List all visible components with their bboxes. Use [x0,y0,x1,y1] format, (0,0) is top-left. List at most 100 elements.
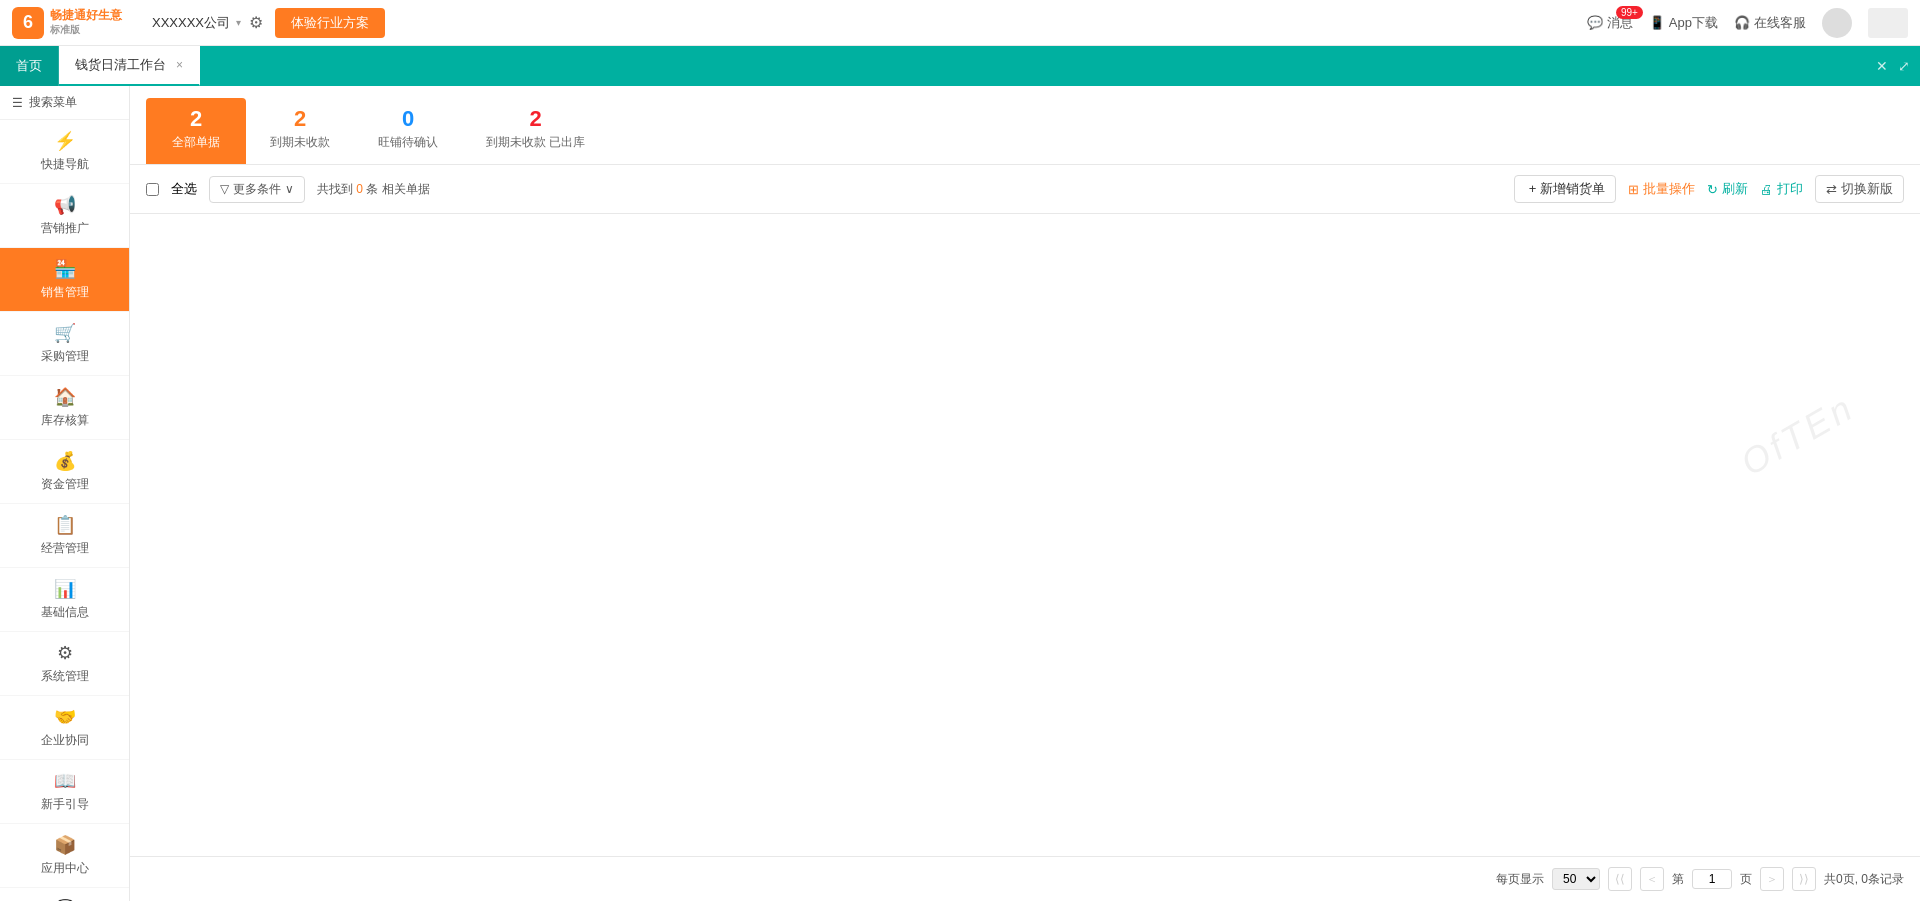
print-icon: 🖨 [1760,182,1773,197]
sidebar-item-label: 基础信息 [41,604,89,621]
expand-window-icon[interactable]: ⤢ [1898,58,1910,74]
online-service-label: 在线客服 [1754,14,1806,32]
sidebar-item-finance[interactable]: 💰 资金管理 [0,440,129,504]
sidebar-item-app-center[interactable]: 📦 应用中心 [0,824,129,888]
batch-operation-button[interactable]: ⊞ 批量操作 [1628,180,1695,198]
sidebar-item-label: 企业协同 [41,732,89,749]
close-tab-icon[interactable]: × [176,58,183,72]
toolbar: 全选 ▽ 更多条件 ∨ 共找到 0 条 相关单据 + 新增销货单 ⊞ 批量操作 [130,165,1920,214]
purchase-icon: 🛒 [54,322,76,344]
status-tabs: 2 全部单据 2 到期未收款 0 旺铺待确认 2 到期未收款 已出库 [130,86,1920,165]
sidebar-item-operations[interactable]: 📋 经营管理 [0,504,129,568]
filter-label: 更多条件 [233,181,281,198]
next-page-button[interactable]: ＞ [1760,867,1784,891]
all-label: 全部单据 [172,134,220,151]
status-tab-overdue-out[interactable]: 2 到期未收款 已出库 [462,98,609,164]
refresh-button[interactable]: ↻ 刷新 [1707,180,1748,198]
app-name: 畅捷通好生意 [50,8,122,22]
trial-button[interactable]: 体验行业方案 [275,8,385,38]
logo-text-block: 畅捷通好生意 标准版 [50,8,122,36]
print-button[interactable]: 🖨 打印 [1760,180,1803,198]
overdue-count: 2 [294,106,306,132]
found-text: 共找到 0 条 相关单据 [317,181,430,198]
company-selector[interactable]: XXXXXX公司 ▾ [152,14,241,32]
switch-version-button[interactable]: ⇄ 切换新版 [1815,175,1904,203]
sidebar-item-label: 采购管理 [41,348,89,365]
logo: 6 畅捷通好生意 标准版 [12,7,142,39]
found-count: 0 [356,182,363,196]
pending-count: 0 [402,106,414,132]
toolbar-right: + 新增销货单 ⊞ 批量操作 ↻ 刷新 🖨 打印 ⇄ 切换新版 [1514,175,1904,203]
refresh-icon: ↻ [1707,182,1718,197]
per-page-select[interactable]: 50 [1552,868,1600,890]
total-records-label: 共0页, 0条记录 [1824,871,1904,888]
tab-bar: 首页 钱货日清工作台 × ✕ ⤢ [0,46,1920,86]
avatar[interactable] [1822,8,1852,38]
sidebar-search-area[interactable]: ☰ 搜索菜单 [0,86,129,120]
chevron-down-icon: ▾ [236,17,241,28]
basic-info-icon: 📊 [54,578,76,600]
first-page-button[interactable]: ⟨⟨ [1608,867,1632,891]
sidebar-item-guide[interactable]: 📖 新手引导 [0,760,129,824]
logo-icon: 6 [12,7,44,39]
select-all-checkbox[interactable] [146,183,159,196]
message-badge: 99+ [1616,6,1643,19]
company-name: XXXXXX公司 [152,14,230,32]
filter-icon: ▽ [220,182,229,196]
page-suffix: 页 [1740,871,1752,888]
all-count: 2 [190,106,202,132]
download-icon: 📱 [1649,15,1665,30]
search-icon: ☰ [12,96,23,110]
sidebar-item-label: 资金管理 [41,476,89,493]
online-service-btn[interactable]: 🎧 在线客服 [1734,14,1806,32]
app-download-label: App下载 [1669,14,1718,32]
search-menu-label: 搜索菜单 [29,94,77,111]
cooperation-icon: 🤝 [54,706,76,728]
refresh-btn-label: 刷新 [1722,180,1748,198]
switch-btn-label: 切换新版 [1841,180,1893,198]
sidebar-item-purchase[interactable]: 🛒 采购管理 [0,312,129,376]
sidebar-item-label: 新手引导 [41,796,89,813]
guide-icon: 📖 [54,770,76,792]
home-tab-label: 首页 [16,57,42,75]
tab-workbench[interactable]: 钱货日清工作台 × [59,46,200,86]
sidebar-item-sales[interactable]: 🏪 销售管理 [0,248,129,312]
operations-icon: 📋 [54,514,76,536]
sidebar-item-marketing[interactable]: 📢 营销推广 [0,184,129,248]
sidebar-item-label: 库存核算 [41,412,89,429]
sidebar-item-basic-info[interactable]: 📊 基础信息 [0,568,129,632]
pending-label: 旺铺待确认 [378,134,438,151]
last-page-button[interactable]: ⟩⟩ [1792,867,1816,891]
pagination: 每页显示 50 ⟨⟨ ＜ 第 1 页 ＞ ⟩⟩ 共0页, 0条记录 [130,856,1920,901]
sidebar-item-wechat[interactable]: 💬 企业微信 [0,888,129,901]
overdue-out-label: 到期未收款 已出库 [486,134,585,151]
service-icon: 🎧 [1734,15,1750,30]
prev-page-button[interactable]: ＜ [1640,867,1664,891]
filter-button[interactable]: ▽ 更多条件 ∨ [209,176,305,203]
marketing-icon: 📢 [54,194,76,216]
sidebar-item-label: 营销推广 [41,220,89,237]
sidebar-item-label: 经营管理 [41,540,89,557]
sidebar-item-quick-nav[interactable]: ⚡ 快捷导航 [0,120,129,184]
tab-home[interactable]: 首页 [0,46,59,86]
status-tab-pending[interactable]: 0 旺铺待确认 [354,98,462,164]
page-label: 第 [1672,871,1684,888]
app-download-btn[interactable]: 📱 App下载 [1649,14,1718,32]
inventory-icon: 🏠 [54,386,76,408]
header: 6 畅捷通好生意 标准版 XXXXXX公司 ▾ ⚙ 体验行业方案 💬 消息 99… [0,0,1920,46]
close-window-icon[interactable]: ✕ [1876,58,1888,74]
sidebar-item-inventory[interactable]: 🏠 库存核算 [0,376,129,440]
sidebar-item-cooperation[interactable]: 🤝 企业协同 [0,696,129,760]
print-btn-label: 打印 [1777,180,1803,198]
message-icon: 💬 [1587,15,1603,30]
status-tab-all[interactable]: 2 全部单据 [146,98,246,164]
add-sales-order-button[interactable]: + 新增销货单 [1514,175,1616,203]
settings-icon[interactable]: ⚙ [249,13,263,32]
content-area: 2 全部单据 2 到期未收款 0 旺铺待确认 2 到期未收款 已出库 全选 ▽ … [130,86,1920,901]
user-menu[interactable] [1868,8,1908,38]
status-tab-overdue[interactable]: 2 到期未收款 [246,98,354,164]
message-btn[interactable]: 💬 消息 99+ [1587,14,1633,32]
sidebar-item-system[interactable]: ⚙ 系统管理 [0,632,129,696]
add-btn-label: + 新增销货单 [1529,180,1605,198]
page-input[interactable]: 1 [1692,869,1732,889]
